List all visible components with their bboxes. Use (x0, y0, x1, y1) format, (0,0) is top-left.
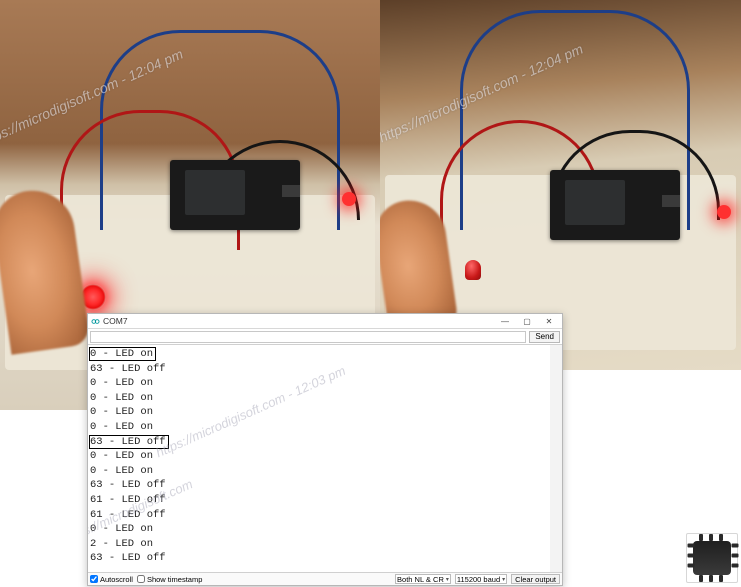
console-line: 63 - LED off (90, 435, 550, 450)
serial-monitor-window: COM7 — ▢ ✕ Send https://microdigisoft.co… (87, 313, 563, 586)
console-line: 63 - LED off (90, 362, 550, 377)
timestamp-checkbox[interactable]: Show timestamp (137, 575, 202, 584)
console-line: 61 - LED off (90, 508, 550, 523)
esp32-board (550, 170, 680, 240)
console-line: 0 - LED on (90, 391, 550, 406)
console-line: 2 - LED on (90, 537, 550, 552)
chevron-down-icon: ▾ (446, 576, 449, 583)
console-line: 0 - LED on (90, 405, 550, 420)
chip-logo-icon (671, 527, 741, 587)
line-ending-select[interactable]: Both NL & CR ▾ (395, 574, 451, 584)
serial-console[interactable]: https://microdigisoft.com - 12:03 pm htt… (88, 345, 562, 572)
led-indicator-off (465, 260, 481, 280)
baud-select[interactable]: 115200 baud ▾ (455, 574, 507, 584)
console-line: 61 - LED off (90, 493, 550, 508)
titlebar[interactable]: COM7 — ▢ ✕ (88, 314, 562, 329)
console-line: 0 - LED on (90, 522, 550, 537)
console-line: 0 - LED on (90, 464, 550, 479)
autoscroll-label: Autoscroll (100, 575, 133, 584)
autoscroll-input[interactable] (90, 575, 98, 583)
send-row: Send (88, 329, 562, 345)
esp32-board (170, 160, 300, 230)
console-line: 63 - LED off (90, 478, 550, 493)
timestamp-label: Show timestamp (147, 575, 202, 584)
maximize-button[interactable]: ▢ (516, 315, 538, 328)
board-power-led (717, 205, 731, 219)
serial-input[interactable] (90, 331, 526, 343)
status-bar: Autoscroll Show timestamp Both NL & CR ▾… (88, 572, 562, 585)
window-title: COM7 (103, 316, 494, 326)
timestamp-input[interactable] (137, 575, 145, 583)
baud-value: 115200 baud (457, 575, 500, 584)
console-line: 0 - LED on (90, 449, 550, 464)
clear-output-button[interactable]: Clear output (511, 574, 560, 584)
autoscroll-checkbox[interactable]: Autoscroll (90, 575, 133, 584)
console-line: 0 - LED on (90, 420, 550, 435)
chevron-down-icon: ▾ (502, 576, 505, 583)
console-line: 0 - LED on (90, 376, 550, 391)
line-ending-value: Both NL & CR (397, 575, 444, 584)
board-power-led (342, 192, 356, 206)
arduino-icon (90, 316, 100, 326)
send-button[interactable]: Send (529, 331, 560, 343)
console-line: 0 - LED on (90, 347, 550, 362)
console-line: 63 - LED off (90, 551, 550, 566)
scrollbar-thumb[interactable] (551, 345, 561, 359)
close-button[interactable]: ✕ (538, 315, 560, 328)
minimize-button[interactable]: — (494, 315, 516, 328)
